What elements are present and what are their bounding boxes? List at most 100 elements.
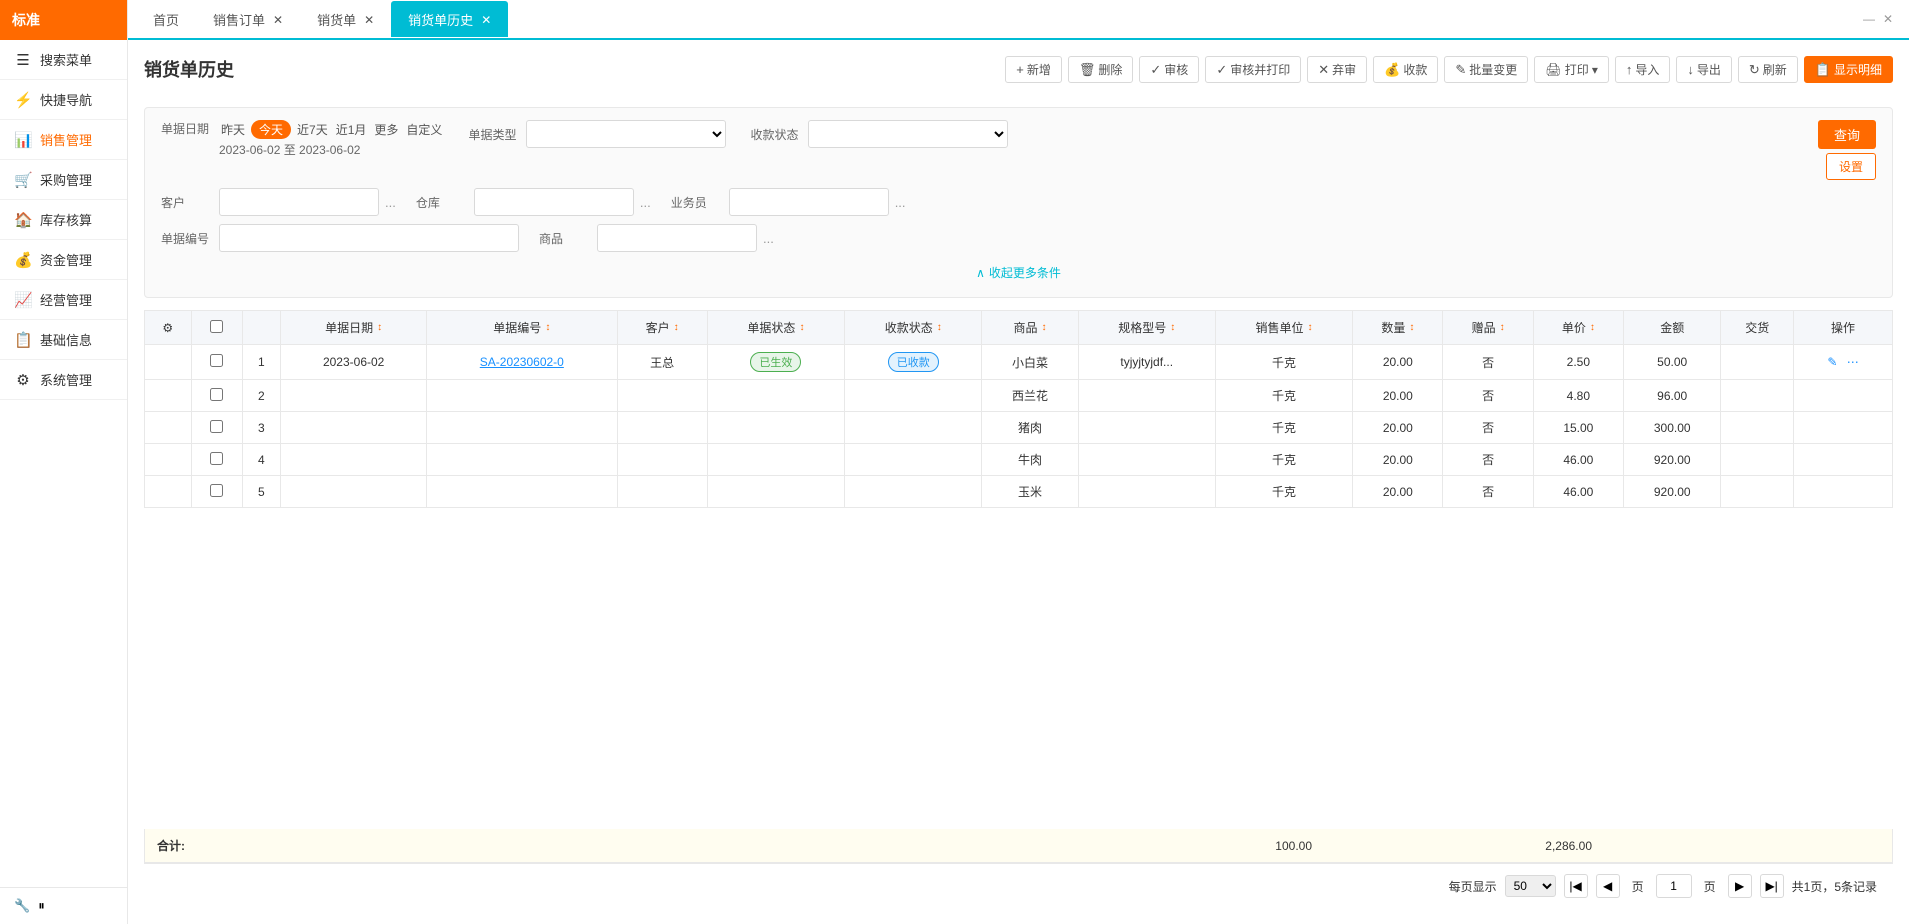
page-number-input[interactable] [1656,874,1692,898]
row-trade-cell [1721,476,1794,508]
row-action-cell [1794,476,1893,508]
date-tab-7days[interactable]: 近7天 [295,121,330,138]
date-tab-yesterday[interactable]: 昨天 [219,121,247,138]
sidebar-item-finance-mgmt[interactable]: 💰 资金管理 [0,240,127,280]
col-trade: 交货 [1721,311,1794,345]
date-tab-1month[interactable]: 近1月 [334,121,369,138]
col-checkbox[interactable] [191,311,242,345]
audit-print-button[interactable]: ✓ 审核并打印 [1205,56,1301,83]
col-doc-number[interactable]: 单据编号↕ [427,311,617,345]
row-doc-number-cell[interactable] [427,476,617,508]
tab-home[interactable]: 首页 [136,1,196,37]
row-doc-number-cell[interactable] [427,412,617,444]
row-doc-number-cell[interactable] [427,444,617,476]
sidebar-item-sales-mgmt[interactable]: 📊 销售管理 [0,120,127,160]
col-payment-status[interactable]: 收款状态↕ [845,311,982,345]
row-checkbox-2[interactable] [210,420,223,433]
sidebar: 标准 ☰ 搜索菜单 ⚡ 快捷导航 📊 销售管理 🛒 采购管理 🏠 库存核算 💰 … [0,0,128,924]
row-doc-number-cell[interactable] [427,380,617,412]
row-checkbox-1[interactable] [210,388,223,401]
next-page-button[interactable]: ▶ [1728,874,1752,898]
first-page-button[interactable]: |◀ [1564,874,1588,898]
col-spec[interactable]: 规格型号↕ [1078,311,1215,345]
refresh-button[interactable]: ↻ 刷新 [1738,56,1798,83]
print-button[interactable]: 🖨 打印 ▾ [1534,56,1609,83]
window-minimize[interactable]: — [1863,12,1875,26]
filter-row-3: 单据编号 商品 ... [161,224,1876,252]
filter-doc-type-select[interactable] [526,120,726,148]
row-checkbox-cell[interactable] [191,345,242,380]
show-detail-button[interactable]: 📋 显示明细 [1804,56,1893,83]
audit-button[interactable]: ✓ 审核 [1139,56,1199,83]
filter-product-select-icon[interactable]: ... [763,231,774,246]
row-amount-cell: 50.00 [1623,345,1720,380]
date-tab-today[interactable]: 今天 [251,120,291,139]
filter-customer-input[interactable] [219,188,379,216]
sidebar-item-purchase-mgmt[interactable]: 🛒 采购管理 [0,160,127,200]
tab-sales-history[interactable]: 销货单历史 ✕ [391,1,508,37]
col-gift[interactable]: 赠品↕ [1443,311,1533,345]
batch-change-button[interactable]: ✎ 批量变更 [1444,56,1528,83]
last-page-button[interactable]: ▶| [1760,874,1784,898]
col-doc-date[interactable]: 单据日期↕ [281,311,427,345]
export-button[interactable]: ↓ 导出 [1676,56,1732,83]
edit-action-btn[interactable]: ✎ [1827,355,1837,369]
col-unit-price[interactable]: 单价↕ [1533,311,1623,345]
row-checkbox-3[interactable] [210,452,223,465]
row-doc-number-cell[interactable]: SA-20230602-0 [427,345,617,380]
row-checkbox-cell[interactable] [191,412,242,444]
col-qty[interactable]: 数量↕ [1353,311,1443,345]
prev-page-button[interactable]: ◀ [1596,874,1620,898]
discard-button[interactable]: ✕ 弃审 [1307,56,1367,83]
import-button[interactable]: ↑ 导入 [1615,56,1671,83]
filter-staff-select-icon[interactable]: ... [895,195,906,210]
date-tab-more[interactable]: 更多 [372,121,400,138]
col-doc-status[interactable]: 单据状态↕ [707,311,844,345]
filter-doc-type: 单据类型 [468,120,726,148]
per-page-select[interactable]: 50 100 [1505,875,1556,897]
row-checkbox-cell[interactable] [191,380,242,412]
tab-sales-order-close[interactable]: ✕ [273,13,283,27]
sidebar-item-basic-info[interactable]: 📋 基础信息 [0,320,127,360]
filter-doc-number-input[interactable] [219,224,519,252]
filter-staff-input[interactable] [729,188,889,216]
tab-sales-order[interactable]: 销售订单 ✕ [196,1,300,37]
sidebar-item-ops-mgmt[interactable]: 📈 经营管理 [0,280,127,320]
window-close[interactable]: ✕ [1883,12,1893,26]
row-sale-unit-cell: 千克 [1215,345,1352,380]
collect-button[interactable]: 💰 收款 [1373,56,1438,83]
sidebar-item-search-menu[interactable]: ☰ 搜索菜单 [0,40,127,80]
doc-number-link[interactable]: SA-20230602-0 [480,355,564,369]
tab-sales-delivery-close[interactable]: ✕ [364,13,374,27]
bottom-icon[interactable]: 🔧 [14,898,30,914]
bottom-icon2[interactable]: ⏸ [38,898,45,914]
col-settings[interactable]: ⚙ [145,311,192,345]
tab-sales-delivery[interactable]: 销货单 ✕ [300,1,391,37]
payment-status-badge: 已收款 [888,352,939,372]
date-tab-custom[interactable]: 自定义 [404,121,444,138]
col-sale-unit[interactable]: 销售单位↕ [1215,311,1352,345]
sidebar-item-quick-nav[interactable]: ⚡ 快捷导航 [0,80,127,120]
select-all-checkbox[interactable] [210,320,223,333]
more-action-btn[interactable]: ⋯ [1847,355,1859,369]
row-checkbox-4[interactable] [210,484,223,497]
tab-sales-history-close[interactable]: ✕ [481,13,491,27]
col-product[interactable]: 商品↕ [982,311,1078,345]
add-button[interactable]: + 新增 [1005,56,1062,83]
row-checkbox-cell[interactable] [191,476,242,508]
filter-product-input[interactable] [597,224,757,252]
filter-warehouse-input[interactable] [474,188,634,216]
filter-payment-status-select[interactable] [808,120,1008,148]
row-checkbox-0[interactable] [210,354,223,367]
filter-customer-select-icon[interactable]: ... [385,195,396,210]
sidebar-item-inventory[interactable]: 🏠 库存核算 [0,200,127,240]
query-button[interactable]: 查询 [1818,120,1876,149]
sidebar-item-sys-mgmt[interactable]: ⚙ 系统管理 [0,360,127,400]
delete-button[interactable]: 🗑 删除 [1068,56,1134,83]
col-customer[interactable]: 客户↕ [617,311,707,345]
filter-warehouse-select-icon[interactable]: ... [640,195,651,210]
row-checkbox-cell[interactable] [191,444,242,476]
collapse-button[interactable]: ∧ 收起更多条件 [161,260,1876,285]
row-doc-date-cell [281,444,427,476]
settings-button[interactable]: 设置 [1826,153,1876,180]
